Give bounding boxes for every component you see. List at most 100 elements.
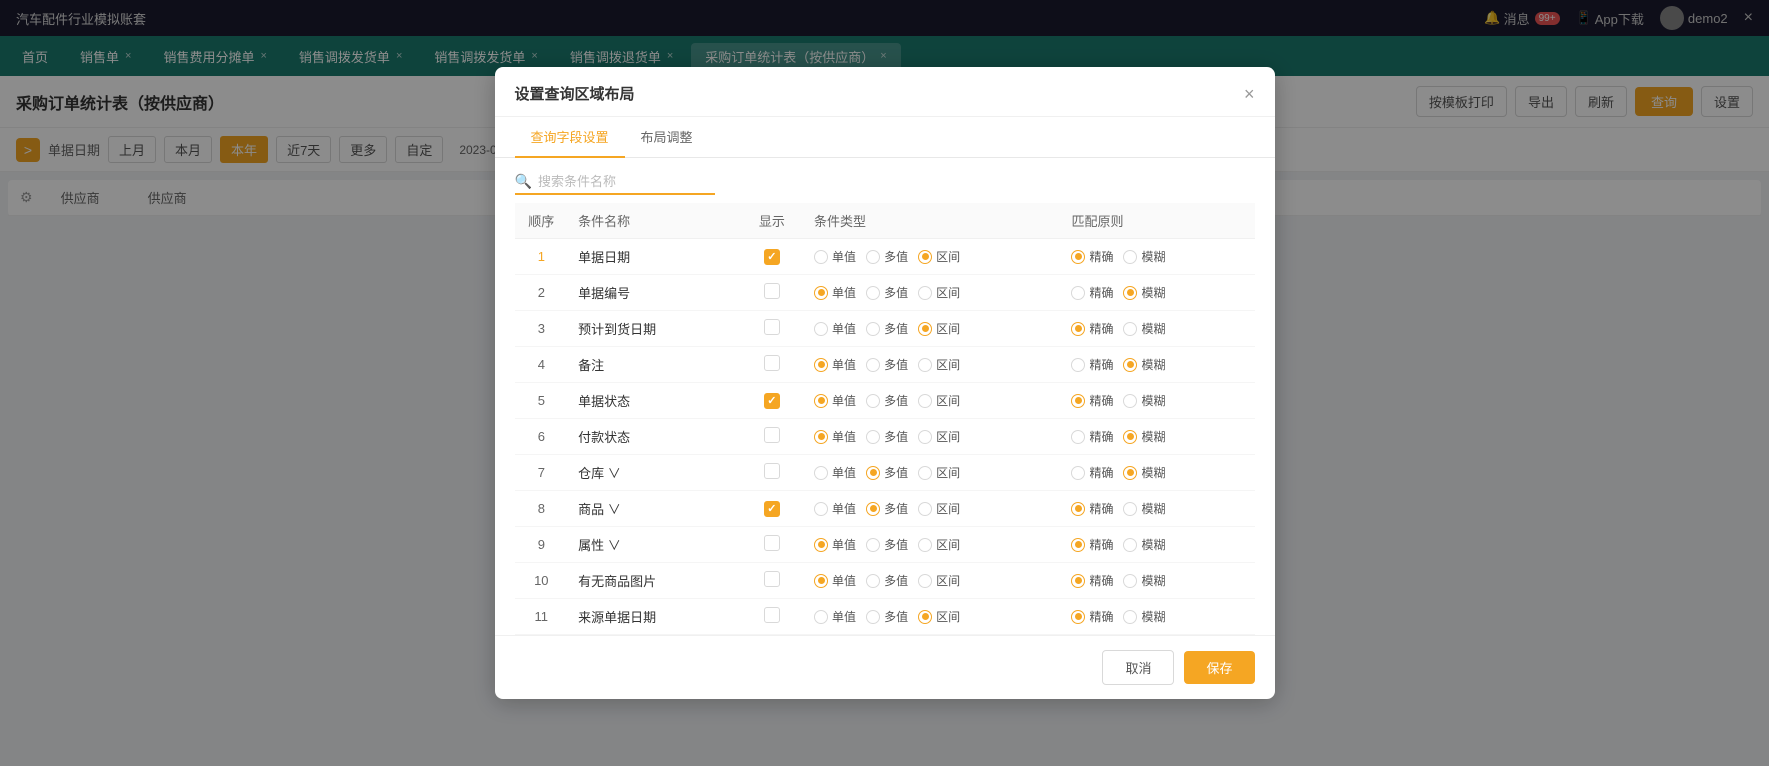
type-radio-item[interactable]: 区间 [918,248,960,265]
display-cell[interactable] [740,419,804,455]
type-radio-item[interactable]: 多值 [866,392,908,409]
display-checkbox[interactable] [764,355,780,371]
type-radio-item[interactable]: 区间 [918,464,960,481]
match-radio-item[interactable]: 模糊 [1123,320,1165,337]
display-cell[interactable] [740,527,804,563]
table-row: 6付款状态单值多值区间精确模糊 [515,419,1255,455]
dialog-tab-query-fields[interactable]: 查询字段设置 [515,117,625,158]
table-row: 11来源单据日期单值多值区间精确模糊 [515,599,1255,635]
match-cell: 精确模糊 [1061,275,1254,311]
search-box: 🔍 [515,170,715,195]
match-cell: 精确模糊 [1061,347,1254,383]
type-radio-item[interactable]: 多值 [866,464,908,481]
display-checkbox[interactable] [764,249,780,265]
match-radio-item[interactable]: 模糊 [1123,356,1165,373]
display-cell[interactable] [740,563,804,599]
match-radio-item[interactable]: 精确 [1071,608,1113,625]
type-radio-item[interactable]: 区间 [918,356,960,373]
display-cell[interactable] [740,599,804,635]
match-radio-item[interactable]: 精确 [1071,320,1113,337]
match-radio-item[interactable]: 精确 [1071,572,1113,589]
display-cell[interactable] [740,383,804,419]
dialog-tab-layout[interactable]: 布局调整 [625,117,709,158]
type-radio-item[interactable]: 多值 [866,248,908,265]
type-radio-item[interactable]: 单值 [814,500,856,517]
type-radio-item[interactable]: 区间 [918,572,960,589]
save-button[interactable]: 保存 [1184,651,1254,684]
type-radio-item[interactable]: 单值 [814,464,856,481]
type-radio-item[interactable]: 单值 [814,572,856,589]
match-cell: 精确模糊 [1061,311,1254,347]
type-radio-item[interactable]: 多值 [866,572,908,589]
match-radio-item[interactable]: 精确 [1071,428,1113,445]
match-radio-item[interactable]: 模糊 [1123,500,1165,517]
display-cell[interactable] [740,239,804,275]
display-checkbox[interactable] [764,427,780,443]
match-radio-item[interactable]: 精确 [1071,248,1113,265]
display-cell[interactable] [740,491,804,527]
display-cell[interactable] [740,275,804,311]
match-radio-item[interactable]: 精确 [1071,284,1113,301]
display-cell[interactable] [740,347,804,383]
match-radio-item[interactable]: 模糊 [1123,392,1165,409]
display-checkbox[interactable] [764,463,780,479]
type-radio-item[interactable]: 单值 [814,536,856,553]
type-radio-item[interactable]: 单值 [814,248,856,265]
display-cell[interactable] [740,455,804,491]
radio-circle-icon [814,322,828,336]
match-radio-item[interactable]: 模糊 [1123,608,1165,625]
table-row: 10有无商品图片单值多值区间精确模糊 [515,563,1255,599]
type-radio-item[interactable]: 区间 [918,500,960,517]
name-cell: 单据状态 [568,383,740,419]
match-radio-item[interactable]: 精确 [1071,500,1113,517]
type-radio-item[interactable]: 区间 [918,320,960,337]
type-radio-item[interactable]: 区间 [918,536,960,553]
dialog-close-button[interactable]: × [1244,85,1255,103]
type-radio-item[interactable]: 单值 [814,608,856,625]
table-row: 9属性 ∨单值多值区间精确模糊 [515,527,1255,563]
match-radio-item[interactable]: 模糊 [1123,572,1165,589]
match-radio-item[interactable]: 模糊 [1123,248,1165,265]
radio-circle-icon [1123,430,1137,444]
match-radio-item[interactable]: 模糊 [1123,284,1165,301]
display-checkbox[interactable] [764,607,780,623]
display-cell[interactable] [740,311,804,347]
type-radio-item[interactable]: 多值 [866,428,908,445]
display-checkbox[interactable] [764,283,780,299]
type-radio-item[interactable]: 多值 [866,536,908,553]
type-radio-item[interactable]: 单值 [814,320,856,337]
match-radio-item[interactable]: 模糊 [1123,428,1165,445]
type-cell: 单值多值区间 [804,527,1061,563]
match-radio-item[interactable]: 模糊 [1123,536,1165,553]
table-row: 3预计到货日期单值多值区间精确模糊 [515,311,1255,347]
type-radio-item[interactable]: 多值 [866,500,908,517]
type-radio-item[interactable]: 区间 [918,608,960,625]
type-radio-item[interactable]: 单值 [814,284,856,301]
type-radio-item[interactable]: 单值 [814,356,856,373]
display-checkbox[interactable] [764,571,780,587]
order-number: 2 [538,285,545,300]
type-radio-item[interactable]: 单值 [814,428,856,445]
display-checkbox[interactable] [764,535,780,551]
type-radio-item[interactable]: 区间 [918,392,960,409]
col-header-name: 条件名称 [568,203,740,239]
type-radio-item[interactable]: 区间 [918,428,960,445]
radio-circle-icon [1123,286,1137,300]
match-radio-item[interactable]: 精确 [1071,536,1113,553]
type-radio-item[interactable]: 多值 [866,320,908,337]
cancel-button[interactable]: 取消 [1102,650,1174,685]
match-radio-item[interactable]: 精确 [1071,356,1113,373]
display-checkbox[interactable] [764,501,780,517]
type-radio-item[interactable]: 多值 [866,356,908,373]
type-radio-item[interactable]: 区间 [918,284,960,301]
type-radio-item[interactable]: 单值 [814,392,856,409]
search-input[interactable] [538,170,715,193]
type-radio-item[interactable]: 多值 [866,284,908,301]
match-radio-item[interactable]: 模糊 [1123,464,1165,481]
display-checkbox[interactable] [764,319,780,335]
type-radio-item[interactable]: 多值 [866,608,908,625]
type-cell: 单值多值区间 [804,383,1061,419]
display-checkbox[interactable] [764,393,780,409]
match-radio-item[interactable]: 精确 [1071,392,1113,409]
match-radio-item[interactable]: 精确 [1071,464,1113,481]
